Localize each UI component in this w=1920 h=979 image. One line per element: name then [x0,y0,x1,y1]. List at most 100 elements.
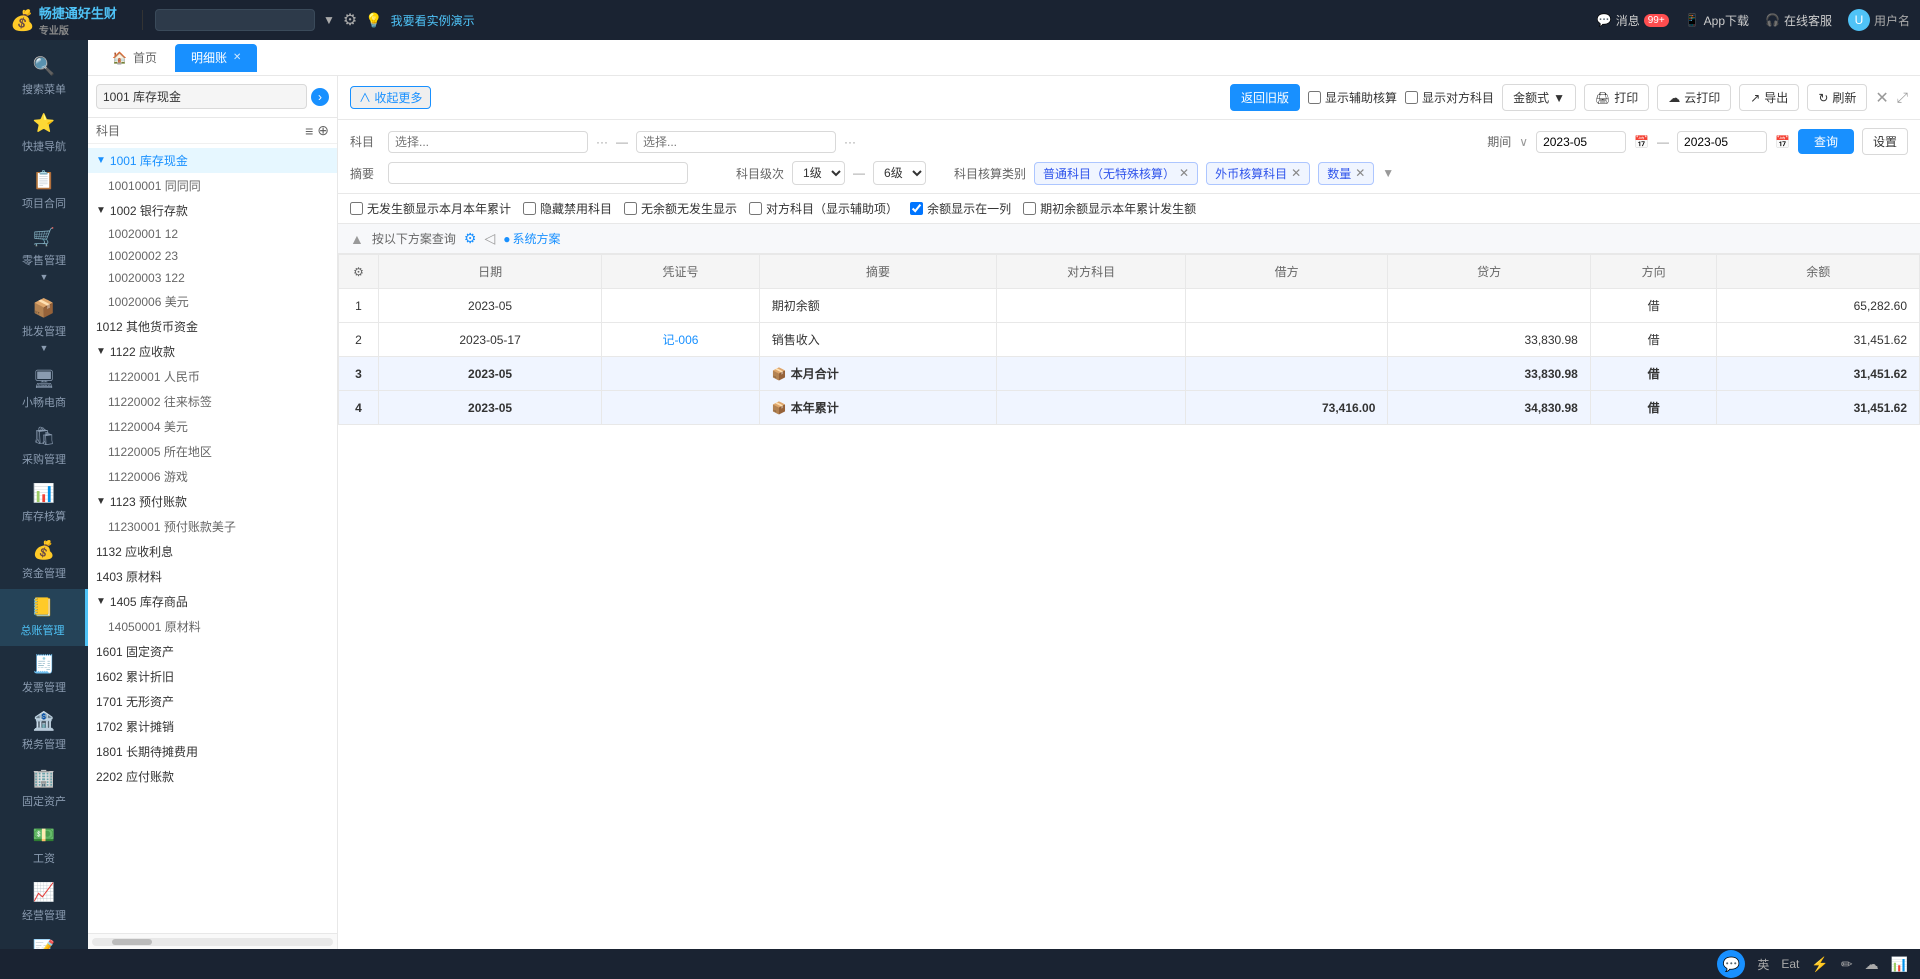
topbar-dropdown-icon[interactable]: ▼ [323,13,335,27]
account-next-btn[interactable]: › [311,88,329,106]
bottom-eat-btn[interactable]: Eat [1781,957,1799,971]
tree-item-1702[interactable]: 1702 累计摊销 [88,714,337,739]
online-service-btn[interactable]: 🎧 在线客服 [1765,12,1832,29]
sidebar-item-fund[interactable]: 💰 资金管理 [0,532,88,589]
filter-no-balance-input[interactable] [624,202,637,215]
show-aux-input[interactable] [1308,91,1321,104]
level-start-select[interactable]: 1级 2级 [792,161,845,185]
category-tag-2[interactable]: 外币核算科目 ✕ [1206,162,1310,185]
tree-item-10020002[interactable]: 10020002 23 [88,245,337,267]
filter-contra[interactable]: 对方科目（显示辅助项） [749,200,898,217]
tree-item-10020006[interactable]: 10020006 美元 [88,289,337,314]
tree-item-2202[interactable]: 2202 应付账款 [88,764,337,789]
show-contra-checkbox[interactable]: 显示对方科目 [1405,89,1494,106]
bottom-lightning-icon[interactable]: ⚡ [1811,956,1828,973]
bottom-lang-btn[interactable]: 英 [1757,956,1769,973]
tree-item-11220002[interactable]: 11220002 往来标签 [88,389,337,414]
tree-item-10020001[interactable]: 10020001 12 [88,223,337,245]
tab-home[interactable]: 🏠 首页 [96,44,173,72]
tree-item-11220004[interactable]: 11220004 美元 [88,414,337,439]
tree-item-11220001[interactable]: 11220001 人民币 [88,364,337,389]
scheme-collapse-icon[interactable]: ▲ [350,231,364,247]
sidebar-item-quicknav[interactable]: ⭐ 快捷导航 [0,105,88,162]
tree-expand-icon[interactable]: ⊕ [317,122,329,139]
filter-no-amount[interactable]: 无发生额显示本月本年累计 [350,200,511,217]
tree-item-1801[interactable]: 1801 长期待摊费用 [88,739,337,764]
period-start-input[interactable] [1536,131,1626,153]
scheme-settings-icon[interactable]: ⚙ [464,230,477,247]
filter-no-balance[interactable]: 无余额无发生显示 [624,200,737,217]
tab-close-icon[interactable]: ✕ [233,52,241,63]
tree-item-1601[interactable]: 1601 固定资产 [88,639,337,664]
filter-balance-col[interactable]: 余额显示在一列 [910,200,1011,217]
level-end-select[interactable]: 6级 5级 [873,161,926,185]
tree-item-1002[interactable]: ▼ 1002 银行存款 [88,198,337,223]
sidebar-item-purchase[interactable]: 🛍 采购管理 [0,418,88,475]
calendar-icon-2[interactable]: 📅 [1775,135,1790,149]
export-btn[interactable]: ↗ 导出 [1739,84,1799,111]
tree-item-10010001[interactable]: 10010001 同同同 [88,173,337,198]
filter-opening-input[interactable] [1023,202,1036,215]
app-download-btn[interactable]: 📱 App下载 [1685,12,1749,29]
sidebar-item-tax[interactable]: 🏦 税务管理 [0,703,88,760]
tree-item-1001[interactable]: ▼ 1001 库存现金 [88,148,337,173]
tree-item-1012[interactable]: 1012 其他货币资金 [88,314,337,339]
print-btn[interactable]: 🖨 打印 [1584,84,1649,111]
bottom-chart-icon[interactable]: 📊 [1891,956,1908,973]
category-tag-1[interactable]: 普通科目（无特殊核算） ✕ [1034,162,1198,185]
filter-hide-disabled-input[interactable] [523,202,536,215]
category-tag-3[interactable]: 数量 ✕ [1318,162,1374,185]
settings-btn[interactable]: 设置 [1862,128,1908,155]
filter-hide-disabled[interactable]: 隐藏禁用科目 [523,200,612,217]
sidebar-item-inventory[interactable]: 📊 库存核算 [0,475,88,532]
filter-opening[interactable]: 期初余额显示本年累计发生额 [1023,200,1196,217]
expand-more-btn[interactable]: ∧ 收起更多 [350,86,431,109]
tree-item-11230001[interactable]: 11230001 预付账款美子 [88,514,337,539]
message-btn[interactable]: 💬 消息 99+ [1597,12,1669,29]
summary-input[interactable] [388,162,688,184]
sidebar-item-ledger[interactable]: 📒 总账管理 [0,589,88,646]
refresh-btn[interactable]: ↻ 刷新 [1807,84,1867,111]
category-tag-1-close[interactable]: ✕ [1179,166,1189,180]
system-scheme-item[interactable]: ● 系统方案 [503,230,560,247]
sidebar-item-project[interactable]: 📋 项目合同 [0,162,88,219]
voucher-link[interactable]: 记-006 [662,333,698,347]
amount-style-btn[interactable]: 金额式 ▼ [1502,84,1576,111]
sidebar-item-invoice[interactable]: 🧾 发票管理 [0,646,88,703]
maximize-btn[interactable]: ⤢ [1897,89,1908,106]
table-settings-icon[interactable]: ⚙ [353,265,364,279]
tree-item-14050001[interactable]: 14050001 原材料 [88,614,337,639]
scheme-side-collapse[interactable]: ◁ [484,230,495,247]
bottom-edit-icon[interactable]: ✏ [1841,956,1853,973]
close-btn[interactable]: ✕ [1875,88,1888,108]
sidebar-item-salary[interactable]: 💵 工资 [0,817,88,874]
filter-no-amount-input[interactable] [350,202,363,215]
col-settings[interactable]: ⚙ [339,255,379,289]
tree-list-icon[interactable]: ≡ [305,123,313,139]
show-contra-input[interactable] [1405,91,1418,104]
subject-end-input[interactable] [636,131,836,153]
period-end-input[interactable] [1677,131,1767,153]
sidebar-item-expense[interactable]: 📝 小畅报销 [0,931,88,949]
calendar-icon-1[interactable]: 📅 [1634,135,1649,149]
user-btn[interactable]: U 用户名 [1848,9,1910,31]
rollback-btn[interactable]: 返回旧版 [1230,84,1300,111]
bottom-cloud-icon[interactable]: ☁ [1865,956,1879,973]
tree-item-1123[interactable]: ▼ 1123 预付账款 [88,489,337,514]
sidebar-item-ecommerce[interactable]: 🖥 小畅电商 [0,361,88,418]
filter-balance-col-input[interactable] [910,202,923,215]
tree-item-11220005[interactable]: 11220005 所在地区 [88,439,337,464]
sidebar-item-search[interactable]: 🔍 搜索菜单 [0,48,88,105]
subject-input[interactable] [388,131,588,153]
sidebar-item-wholesale[interactable]: 📦 批发管理 ▼ [0,290,88,361]
tree-item-10020003[interactable]: 10020003 122 [88,267,337,289]
tree-item-11220006[interactable]: 11220006 游戏 [88,464,337,489]
tree-item-1602[interactable]: 1602 累计折旧 [88,664,337,689]
query-btn[interactable]: 查询 [1798,129,1854,154]
filter-contra-input[interactable] [749,202,762,215]
sidebar-item-assets[interactable]: 🏢 固定资产 [0,760,88,817]
bottom-chat-btn[interactable]: 💬 [1717,950,1745,978]
tree-item-1403[interactable]: 1403 原材料 [88,564,337,589]
tree-item-1132[interactable]: 1132 应收利息 [88,539,337,564]
tree-item-1405[interactable]: ▼ 1405 库存商品 [88,589,337,614]
